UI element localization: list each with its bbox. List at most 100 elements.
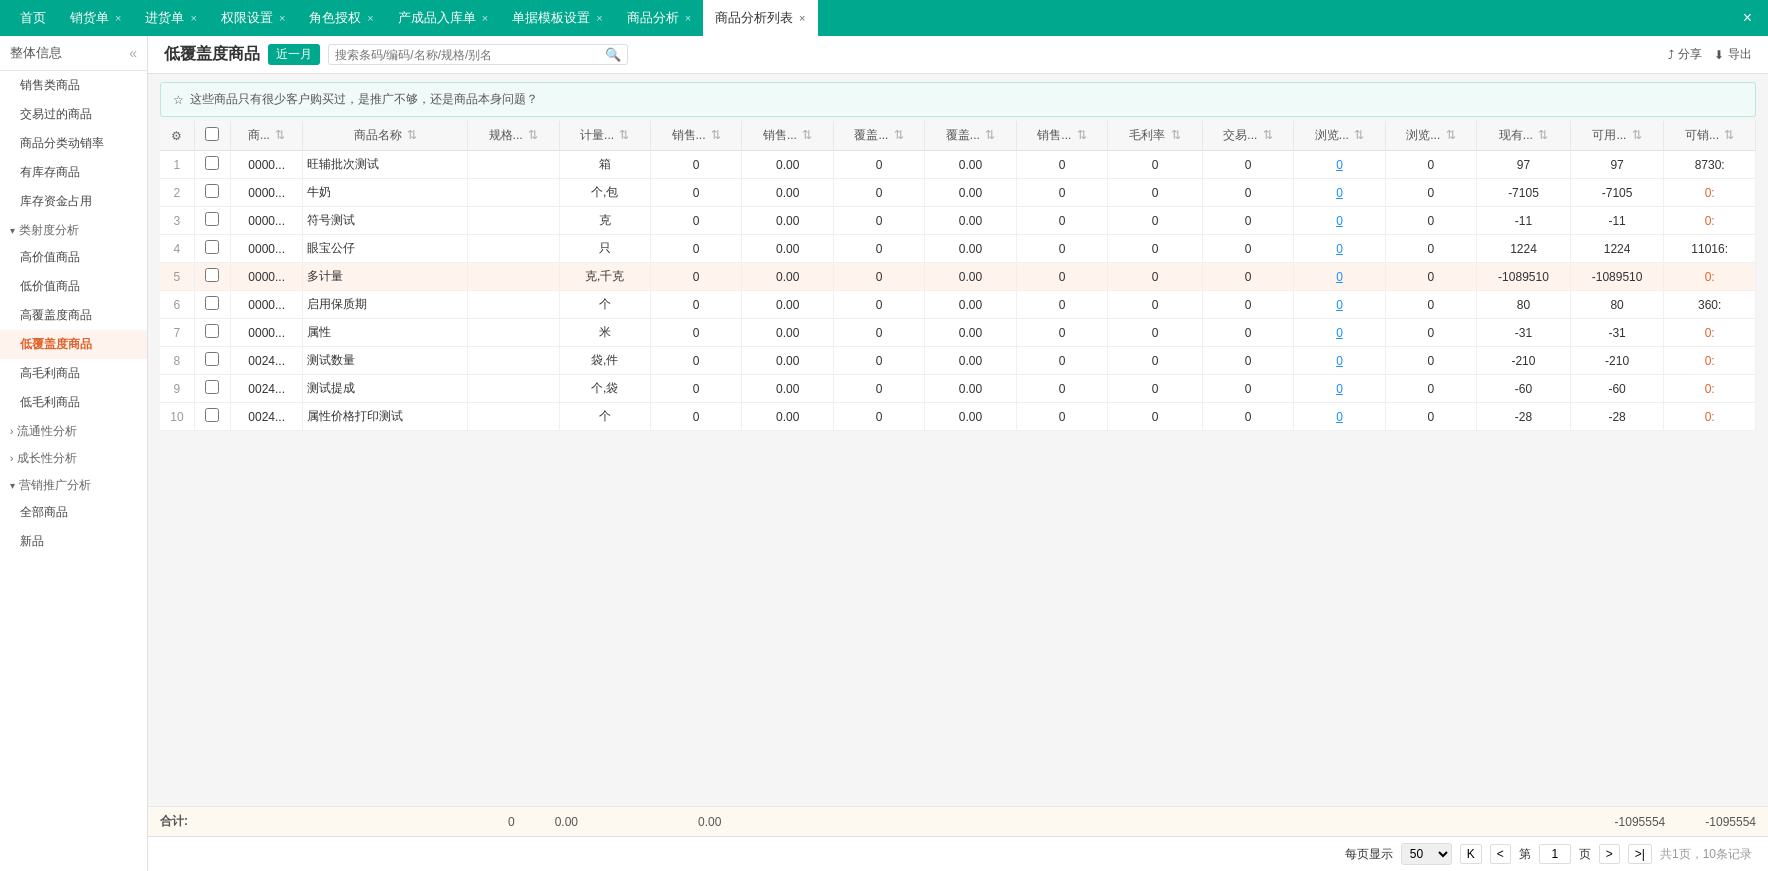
- col-stock1[interactable]: 现有... ⇅: [1477, 121, 1571, 151]
- cell-checkbox[interactable]: [194, 403, 230, 431]
- row-checkbox[interactable]: [205, 240, 219, 254]
- period-button[interactable]: 近一月: [268, 44, 320, 65]
- first-page-button[interactable]: K: [1460, 844, 1482, 864]
- sidebar-collapse-icon[interactable]: «: [129, 45, 137, 61]
- sidebar-group-liquidity[interactable]: › 流通性分析: [0, 417, 147, 444]
- export-button[interactable]: ⬇ 导出: [1714, 46, 1752, 63]
- cell-browse1[interactable]: 0: [1294, 151, 1385, 179]
- last-page-button[interactable]: >|: [1628, 844, 1652, 864]
- sidebar-item-low-margin[interactable]: 低毛利商品: [0, 388, 147, 417]
- nav-close-template[interactable]: ×: [596, 12, 602, 24]
- cell-browse1[interactable]: 0: [1294, 319, 1385, 347]
- col-browse2[interactable]: 浏览... ⇅: [1385, 121, 1476, 151]
- sidebar-group-abc[interactable]: ▾ 类射度分析: [0, 216, 147, 243]
- cell-checkbox[interactable]: [194, 179, 230, 207]
- nav-close-analysis-list[interactable]: ×: [799, 12, 805, 24]
- col-unit[interactable]: 计量... ⇅: [559, 121, 650, 151]
- cell-checkbox[interactable]: [194, 207, 230, 235]
- row-checkbox[interactable]: [205, 212, 219, 226]
- select-all-checkbox[interactable]: [205, 127, 219, 141]
- row-checkbox[interactable]: [205, 184, 219, 198]
- nav-item-home[interactable]: 首页: [8, 0, 58, 36]
- nav-item-permission[interactable]: 权限设置 ×: [209, 0, 297, 36]
- sidebar-group-marketing[interactable]: ▾ 营销推广分析: [0, 471, 147, 498]
- sidebar-item-high-coverage[interactable]: 高覆盖度商品: [0, 301, 147, 330]
- cell-browse1[interactable]: 0: [1294, 235, 1385, 263]
- nav-item-purchase[interactable]: 进货单 ×: [133, 0, 208, 36]
- nav-item-production[interactable]: 产成品入库单 ×: [386, 0, 500, 36]
- col-spec[interactable]: 规格... ⇅: [468, 121, 559, 151]
- cell-browse1[interactable]: 0: [1294, 375, 1385, 403]
- sidebar-item-traded-goods[interactable]: 交易过的商品: [0, 100, 147, 129]
- table-container[interactable]: ⚙ 商... ⇅ 商品名称 ⇅ 规格... ⇅ 计量... ⇅ 销售... ⇅ …: [160, 121, 1756, 806]
- sidebar-item-new-goods[interactable]: 新品: [0, 527, 147, 556]
- nav-item-template[interactable]: 单据模板设置 ×: [500, 0, 614, 36]
- col-sales1[interactable]: 销售... ⇅: [650, 121, 741, 151]
- cell-browse1[interactable]: 0: [1294, 403, 1385, 431]
- col-cover1[interactable]: 覆盖... ⇅: [833, 121, 924, 151]
- nav-item-role[interactable]: 角色授权 ×: [297, 0, 385, 36]
- nav-item-analysis[interactable]: 商品分析 ×: [615, 0, 703, 36]
- window-close-button[interactable]: ×: [1735, 9, 1760, 27]
- next-page-button[interactable]: >: [1599, 844, 1620, 864]
- col-margin[interactable]: 毛利率 ⇅: [1108, 121, 1203, 151]
- cell-browse1[interactable]: 0: [1294, 347, 1385, 375]
- cell-browse1[interactable]: 0: [1294, 207, 1385, 235]
- nav-close-production[interactable]: ×: [482, 12, 488, 24]
- sidebar-item-low-coverage[interactable]: 低覆盖度商品: [0, 330, 147, 359]
- sidebar-item-sales-goods[interactable]: 销售类商品: [0, 71, 147, 100]
- col-name[interactable]: 商品名称 ⇅: [303, 121, 468, 151]
- sort-icon-code: ⇅: [275, 128, 285, 142]
- sidebar-group-growth[interactable]: › 成长性分析: [0, 444, 147, 471]
- cell-checkbox[interactable]: [194, 319, 230, 347]
- row-checkbox[interactable]: [205, 352, 219, 366]
- share-button[interactable]: ⤴ 分享: [1668, 46, 1702, 63]
- cell-browse1[interactable]: 0: [1294, 291, 1385, 319]
- col-browse1[interactable]: 浏览... ⇅: [1294, 121, 1385, 151]
- sidebar-item-low-value[interactable]: 低价值商品: [0, 272, 147, 301]
- row-checkbox[interactable]: [205, 408, 219, 422]
- col-settings[interactable]: ⚙: [160, 121, 194, 151]
- cell-checkbox[interactable]: [194, 375, 230, 403]
- sidebar-header[interactable]: 整体信息 «: [0, 36, 147, 71]
- nav-item-analysis-list[interactable]: 商品分析列表 ×: [703, 0, 817, 36]
- sidebar-item-high-value[interactable]: 高价值商品: [0, 243, 147, 272]
- row-checkbox[interactable]: [205, 380, 219, 394]
- nav-close-permission[interactable]: ×: [279, 12, 285, 24]
- cell-checkbox[interactable]: [194, 291, 230, 319]
- nav-close-role[interactable]: ×: [367, 12, 373, 24]
- search-icon[interactable]: 🔍: [605, 47, 621, 62]
- page-input[interactable]: [1539, 844, 1571, 864]
- cell-num: 9: [160, 375, 194, 403]
- row-checkbox[interactable]: [205, 296, 219, 310]
- nav-close-sales[interactable]: ×: [115, 12, 121, 24]
- col-sales3[interactable]: 销售... ⇅: [1016, 121, 1107, 151]
- nav-item-sales[interactable]: 销货单 ×: [58, 0, 133, 36]
- per-page-select[interactable]: 50 10 20 100: [1401, 843, 1452, 865]
- col-sales2[interactable]: 销售... ⇅: [742, 121, 833, 151]
- sidebar-item-category-rate[interactable]: 商品分类动销率: [0, 129, 147, 158]
- cell-browse1[interactable]: 0: [1294, 179, 1385, 207]
- row-checkbox[interactable]: [205, 268, 219, 282]
- prev-page-button[interactable]: <: [1490, 844, 1511, 864]
- row-checkbox[interactable]: [205, 324, 219, 338]
- col-code[interactable]: 商... ⇅: [230, 121, 303, 151]
- col-stock2[interactable]: 可用... ⇅: [1570, 121, 1664, 151]
- col-trade[interactable]: 交易... ⇅: [1202, 121, 1293, 151]
- cell-checkbox[interactable]: [194, 347, 230, 375]
- sidebar-item-capital[interactable]: 库存资金占用: [0, 187, 147, 216]
- row-checkbox[interactable]: [205, 156, 219, 170]
- cell-browse1[interactable]: 0: [1294, 263, 1385, 291]
- nav-close-purchase[interactable]: ×: [190, 12, 196, 24]
- col-sellable[interactable]: 可销... ⇅: [1664, 121, 1756, 151]
- cell-checkbox[interactable]: [194, 263, 230, 291]
- sidebar-item-stocked-goods[interactable]: 有库存商品: [0, 158, 147, 187]
- cell-checkbox[interactable]: [194, 151, 230, 179]
- sidebar-item-high-margin[interactable]: 高毛利商品: [0, 359, 147, 388]
- cell-checkbox[interactable]: [194, 235, 230, 263]
- nav-close-analysis[interactable]: ×: [685, 12, 691, 24]
- search-input[interactable]: [335, 48, 605, 62]
- sidebar-item-all-goods[interactable]: 全部商品: [0, 498, 147, 527]
- col-cover2[interactable]: 覆盖... ⇅: [925, 121, 1016, 151]
- settings-icon[interactable]: ⚙: [171, 129, 182, 143]
